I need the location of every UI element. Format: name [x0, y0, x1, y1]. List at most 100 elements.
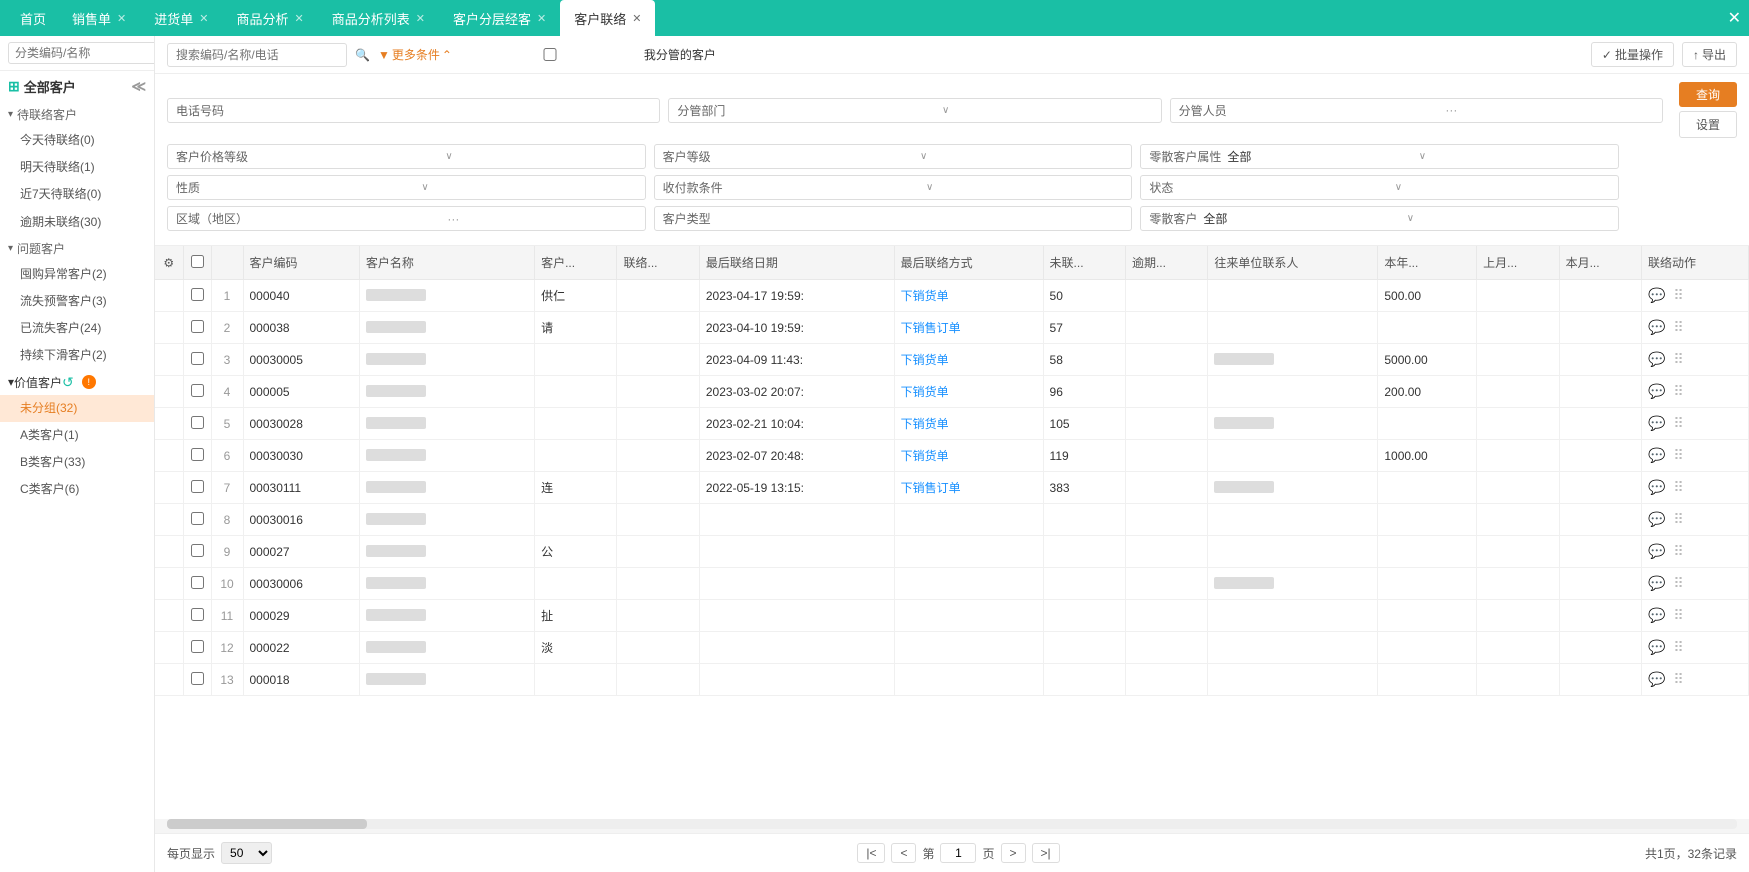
chat-icon[interactable]: 💬: [1648, 351, 1665, 368]
price-level-filter[interactable]: 客户价格等级 ∨: [167, 144, 646, 169]
last-way-link[interactable]: 下销售订单: [901, 321, 961, 335]
chat-icon[interactable]: 💬: [1648, 479, 1665, 496]
manager-filter[interactable]: 分管人员 ···: [1170, 98, 1663, 123]
qr-icon[interactable]: ⠿: [1673, 543, 1683, 560]
customer-level-filter[interactable]: 客户等级 ∨: [654, 144, 1133, 169]
nav-tab-product-analysis[interactable]: 商品分析 ✕: [222, 0, 317, 36]
payment-filter[interactable]: 收付款条件 ∨: [654, 175, 1133, 200]
chat-icon[interactable]: 💬: [1648, 287, 1665, 304]
close-icon[interactable]: ✕: [117, 12, 126, 25]
sidebar-item-overdue[interactable]: 逾期未联络(30): [0, 209, 154, 236]
horizontal-scrollbar[interactable]: [167, 819, 1737, 829]
status-filter[interactable]: 状态 ∨: [1140, 175, 1619, 200]
close-icon[interactable]: ✕: [416, 12, 425, 25]
sidebar-item-tomorrow[interactable]: 明天待联络(1): [0, 154, 154, 181]
close-icon[interactable]: ✕: [295, 12, 304, 25]
sidebar-item-ungroup[interactable]: 未分组(32): [0, 395, 154, 422]
check-column-header[interactable]: [183, 246, 211, 280]
last-way-link[interactable]: 下销售订单: [901, 481, 961, 495]
last-month-column-header[interactable]: 上月...: [1477, 246, 1559, 280]
first-page-button[interactable]: |<: [857, 843, 885, 863]
region-filter[interactable]: 区域（地区） ···: [167, 206, 646, 231]
qr-icon[interactable]: ⠿: [1673, 607, 1683, 624]
sidebar-section-problem[interactable]: ▾ 问题客户: [0, 236, 154, 261]
sidebar-section-pending[interactable]: ▾ 待联络客户: [0, 102, 154, 127]
chat-icon[interactable]: 💬: [1648, 511, 1665, 528]
chat-icon[interactable]: 💬: [1648, 639, 1665, 656]
nav-tab-customer-tier[interactable]: 客户分层经客 ✕: [439, 0, 560, 36]
row-checkbox[interactable]: [191, 544, 204, 557]
sidebar-item-today[interactable]: 今天待联络(0): [0, 127, 154, 154]
qr-icon[interactable]: ⠿: [1673, 351, 1683, 368]
check-cell[interactable]: [183, 632, 211, 664]
qr-icon[interactable]: ⠿: [1673, 319, 1683, 336]
retail-attr-filter[interactable]: 零散客户属性 全部 ∨: [1140, 144, 1619, 169]
search-button[interactable]: 🔍: [355, 48, 370, 62]
qr-icon[interactable]: ⠿: [1673, 383, 1683, 400]
my-customers-checkbox[interactable]: [460, 48, 640, 61]
row-checkbox[interactable]: [191, 288, 204, 301]
prev-page-button[interactable]: <: [891, 843, 916, 863]
sync-icon[interactable]: ↺: [62, 374, 74, 391]
check-cell[interactable]: [183, 312, 211, 344]
row-checkbox[interactable]: [191, 608, 204, 621]
sidebar-section-value[interactable]: ▾ 价值客户 ↺ !: [0, 370, 154, 395]
row-checkbox[interactable]: [191, 416, 204, 429]
sidebar-item-b-class[interactable]: B类客户(33): [0, 449, 154, 476]
last-date-column-header[interactable]: 最后联络日期: [699, 246, 894, 280]
check-cell[interactable]: [183, 440, 211, 472]
sidebar-item-abnormal[interactable]: 囤购异常客户(2): [0, 261, 154, 288]
sidebar-item-warning[interactable]: 流失预警客户(3): [0, 288, 154, 315]
qr-icon[interactable]: ⠿: [1673, 287, 1683, 304]
row-checkbox[interactable]: [191, 352, 204, 365]
last-way-link[interactable]: 下销货单: [901, 417, 949, 431]
search-input[interactable]: [167, 43, 347, 67]
check-cell[interactable]: [183, 472, 211, 504]
phone-input[interactable]: [230, 103, 651, 117]
qr-icon[interactable]: ⠿: [1673, 639, 1683, 656]
qr-icon[interactable]: ⠿: [1673, 415, 1683, 432]
code-column-header[interactable]: 客户编码: [243, 246, 359, 280]
last-way-link[interactable]: 下销货单: [901, 353, 949, 367]
check-cell[interactable]: [183, 376, 211, 408]
check-cell[interactable]: [183, 600, 211, 632]
last-way-link[interactable]: 下销货单: [901, 385, 949, 399]
row-checkbox[interactable]: [191, 512, 204, 525]
chat-icon[interactable]: 💬: [1648, 575, 1665, 592]
chat-icon[interactable]: 💬: [1648, 447, 1665, 464]
reset-button[interactable]: 设置: [1679, 111, 1737, 138]
this-month-column-header[interactable]: 本月...: [1559, 246, 1641, 280]
select-all-checkbox[interactable]: [191, 255, 204, 268]
nav-home[interactable]: 首页: [8, 0, 58, 36]
sidebar-item-a-class[interactable]: A类客户(1): [0, 422, 154, 449]
row-checkbox[interactable]: [191, 640, 204, 653]
check-cell[interactable]: [183, 344, 211, 376]
close-icon[interactable]: ✕: [537, 12, 546, 25]
this-year-column-header[interactable]: 本年...: [1378, 246, 1477, 280]
close-icon[interactable]: ✕: [199, 12, 208, 25]
customer-type-filter[interactable]: 客户类型: [654, 206, 1133, 231]
check-cell[interactable]: [183, 664, 211, 696]
qr-icon[interactable]: ⠿: [1673, 479, 1683, 496]
retail-customer-filter[interactable]: 零散客户 全部 ∨: [1140, 206, 1619, 231]
overdue-column-header[interactable]: 逾期...: [1125, 246, 1207, 280]
query-button[interactable]: 查询: [1679, 82, 1737, 107]
qr-icon[interactable]: ⠿: [1673, 447, 1683, 464]
chat-icon[interactable]: 💬: [1648, 543, 1665, 560]
chat-icon[interactable]: 💬: [1648, 415, 1665, 432]
contact-column-header[interactable]: 联络...: [617, 246, 699, 280]
last-way-column-header[interactable]: 最后联络方式: [894, 246, 1043, 280]
unit-contact-column-header[interactable]: 往来单位联系人: [1208, 246, 1378, 280]
next-page-button[interactable]: >: [1001, 843, 1026, 863]
nav-tab-customer-contact[interactable]: 客户联络 ✕: [560, 0, 655, 36]
nav-tab-purchase[interactable]: 进货单 ✕: [140, 0, 222, 36]
row-checkbox[interactable]: [191, 672, 204, 685]
last-way-link[interactable]: 下销货单: [901, 289, 949, 303]
more-icon[interactable]: ···: [447, 212, 636, 226]
check-cell[interactable]: [183, 536, 211, 568]
chat-icon[interactable]: 💬: [1648, 671, 1665, 688]
sidebar-search-input[interactable]: [8, 42, 155, 64]
check-cell[interactable]: [183, 408, 211, 440]
export-button[interactable]: ↑ 导出: [1682, 42, 1737, 67]
name-column-header[interactable]: 客户名称: [359, 246, 534, 280]
